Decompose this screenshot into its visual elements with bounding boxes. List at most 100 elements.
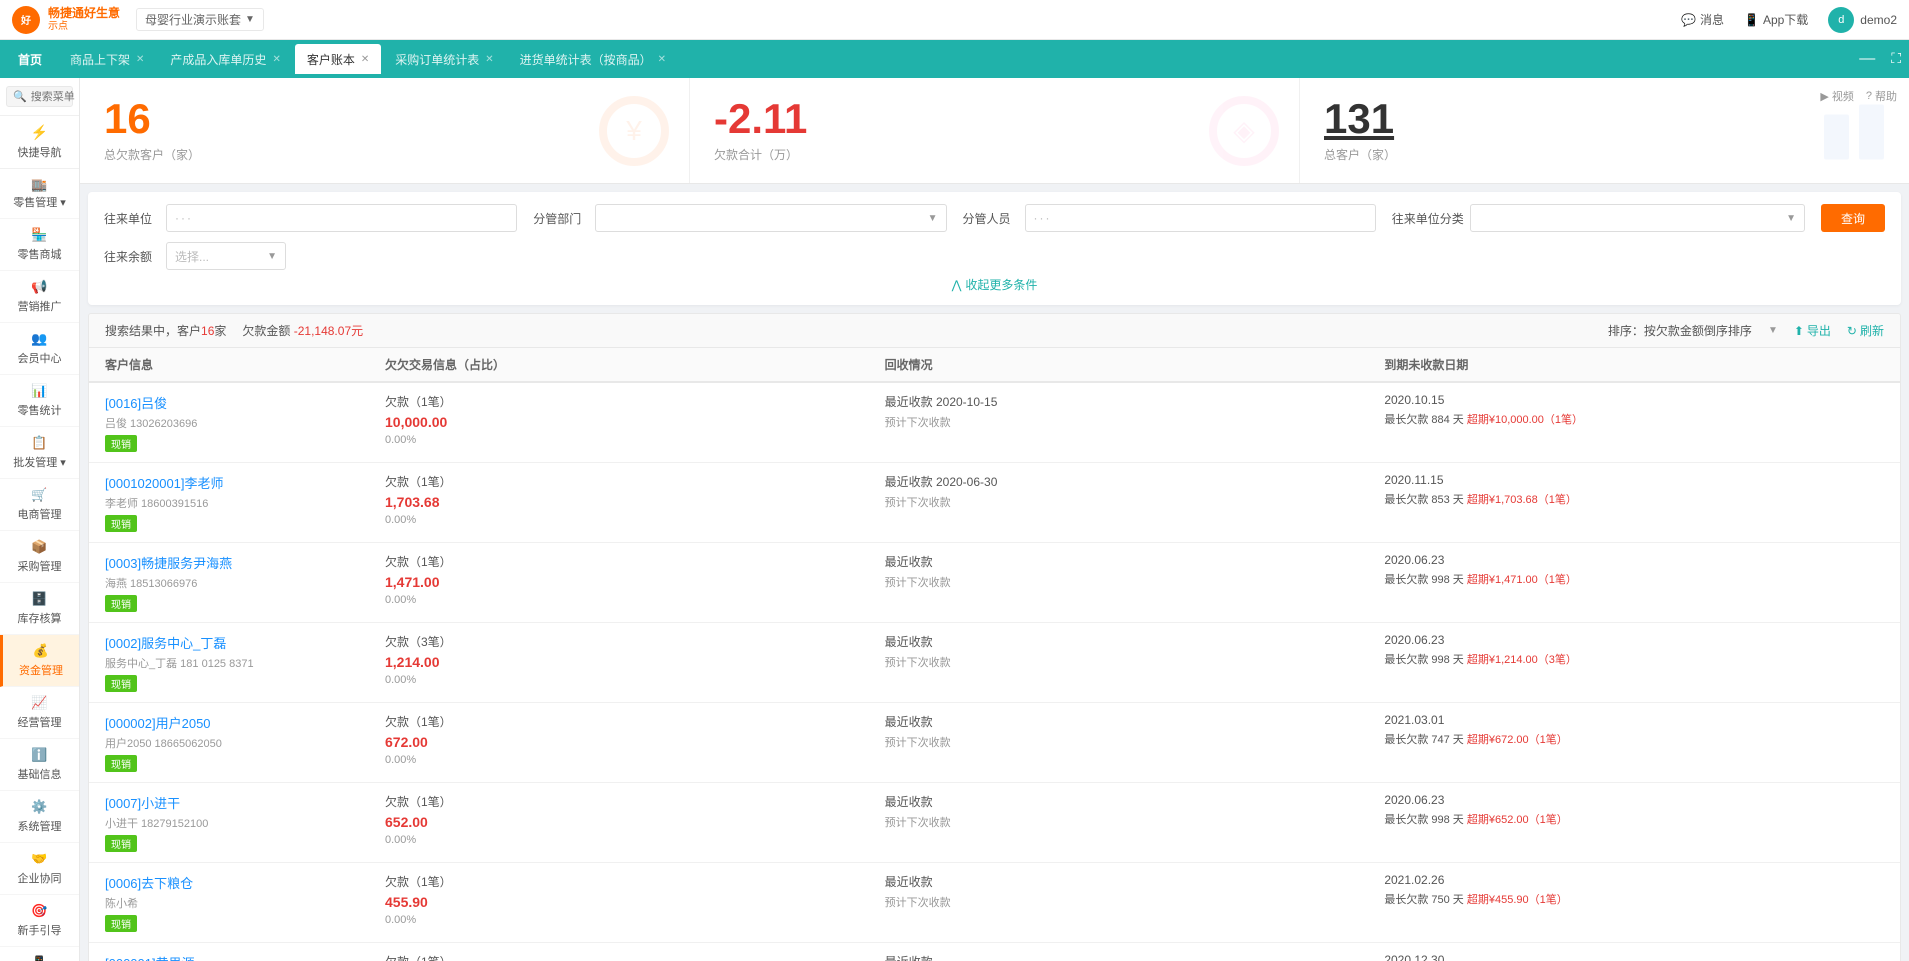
- debt-info: 欠款（1笔） 429.00 0.00%: [385, 953, 885, 961]
- search-area: 🔍: [0, 78, 79, 116]
- company-select[interactable]: 母婴行业演示账套 ▼: [136, 8, 264, 31]
- payback-info: 最近收款 2020-10-15 预计下次收款: [885, 393, 1385, 430]
- close-icon[interactable]: ✕: [272, 54, 280, 65]
- overdue-link[interactable]: 超期¥652.00（1笔）: [1467, 814, 1568, 826]
- batch-mgmt-label: 批发管理 ▾: [13, 454, 66, 470]
- person-input[interactable]: ···: [1025, 204, 1376, 232]
- customer-name-link[interactable]: [000001]黄思源: [105, 953, 385, 961]
- sidebar-item-finance[interactable]: 💰 资金管理: [0, 635, 79, 687]
- overdue-link[interactable]: 超期¥1,703.68（1笔）: [1467, 494, 1577, 506]
- search-icon: 🔍: [13, 90, 27, 103]
- quick-nav-item[interactable]: ⚡ 快捷导航: [0, 116, 79, 169]
- close-icon[interactable]: ✕: [361, 54, 369, 65]
- retail-store-icon: 🏪: [31, 227, 47, 243]
- overdue-link[interactable]: 超期¥455.90（1笔）: [1467, 894, 1568, 906]
- close-icon[interactable]: ✕: [136, 54, 144, 65]
- export-btn[interactable]: ⬆ 导出: [1794, 322, 1831, 339]
- sidebar-item-batch-mgmt[interactable]: 📋 批发管理 ▾: [0, 427, 79, 479]
- balance-label: 往来余额: [104, 248, 160, 265]
- sidebar-item-operations[interactable]: 📈 经营管理: [0, 687, 79, 739]
- sidebar-item-marketing[interactable]: 📢 营销推广: [0, 271, 79, 323]
- tab-purchase-stats-label: 进货单统计表（按商品）: [520, 51, 652, 68]
- customer-tag: 现销: [105, 595, 137, 612]
- source-unit-input[interactable]: ···: [166, 204, 517, 232]
- tab-history[interactable]: 产成品入库单历史 ✕: [158, 44, 292, 74]
- sidebar-item-retail-mgmt[interactable]: 🏬 零售管理 ▾: [0, 169, 79, 219]
- purchase-label: 采购管理: [18, 558, 62, 574]
- payback-info: 最近收款 2020-06-30 预计下次收款: [885, 473, 1385, 510]
- sidebar-item-app-center[interactable]: 📱 应用中心: [0, 947, 79, 961]
- due-info: 2021.02.26 最长欠款 750 天 超期¥455.90（1笔）: [1384, 873, 1884, 907]
- overdue-link[interactable]: 超期¥10,000.00（1笔）: [1467, 414, 1583, 426]
- tab-products[interactable]: 商品上下架 ✕: [58, 44, 156, 74]
- debt-info: 欠款（1笔） 455.90 0.00%: [385, 873, 885, 926]
- message-btn[interactable]: 💬 消息: [1681, 11, 1724, 28]
- dept-label: 分管部门: [533, 210, 589, 227]
- overdue-link[interactable]: 超期¥672.00（1笔）: [1467, 734, 1568, 746]
- customer-phone: 海燕 18513066976: [105, 575, 385, 591]
- sidebar-item-ecommerce[interactable]: 🛒 电商管理: [0, 479, 79, 531]
- dept-select[interactable]: ▼: [595, 204, 946, 232]
- refresh-btn[interactable]: ↻ 刷新: [1847, 322, 1884, 339]
- sort-label: 排序：按欠款金额倒序排序: [1608, 322, 1752, 339]
- customer-name-link[interactable]: [0003]畅捷服务尹海燕: [105, 553, 385, 572]
- finance-label: 资金管理: [19, 662, 63, 678]
- logo-text: 畅捷通好生意: [48, 6, 120, 20]
- sidebar-item-guide[interactable]: 🎯 新手引导: [0, 895, 79, 947]
- customer-name-link[interactable]: [0006]去下粮仓: [105, 873, 385, 892]
- table-header: 客户信息 欠欠交易信息（占比） 回收情况 到期未收款日期: [89, 348, 1900, 383]
- due-info: 2020.11.15 最长欠款 853 天 超期¥1,703.68（1笔）: [1384, 473, 1884, 507]
- sidebar-item-retail-store[interactable]: 🏪 零售商城: [0, 219, 79, 271]
- tab-purchase-order[interactable]: 采购订单统计表 ✕: [383, 44, 505, 74]
- sidebar-item-retail-stats[interactable]: 📊 零售统计: [0, 375, 79, 427]
- card2-label: 欠款合计（万）: [714, 146, 807, 163]
- app-download-btn[interactable]: 📱 App下载: [1744, 11, 1808, 28]
- customer-name-link[interactable]: [0001020001]李老师: [105, 473, 385, 492]
- col-payback: 回收情况: [885, 356, 1385, 373]
- overdue-link[interactable]: 超期¥1,471.00（1笔）: [1467, 574, 1577, 586]
- inventory-icon: 🗄️: [31, 591, 47, 607]
- tab-home-label: 首页: [18, 51, 42, 68]
- table-row: [000001]黄思源 黄思源 13552700226 现销 欠款（1笔） 42…: [89, 943, 1900, 961]
- customer-name-link[interactable]: [000002]用户2050: [105, 713, 385, 732]
- chevron-down-icon: ▼: [245, 14, 255, 25]
- customer-name-link[interactable]: [0007]小进干: [105, 793, 385, 812]
- close-icon[interactable]: ✕: [658, 54, 666, 65]
- query-button[interactable]: 查询: [1821, 204, 1885, 232]
- video-btn[interactable]: ▶ 视频: [1820, 88, 1853, 104]
- unit-type-select[interactable]: ▼: [1470, 204, 1805, 232]
- overdue-link[interactable]: 超期¥1,214.00（3笔）: [1467, 654, 1577, 666]
- sidebar-item-purchase[interactable]: 📦 采购管理: [0, 531, 79, 583]
- tab-expand-btn[interactable]: ⛶: [1887, 50, 1905, 68]
- quick-nav-label: 快捷导航: [18, 144, 62, 160]
- sidebar-item-basic[interactable]: ℹ️ 基础信息: [0, 739, 79, 791]
- close-icon[interactable]: ✕: [485, 54, 493, 65]
- data-table: 客户信息 欠欠交易信息（占比） 回收情况 到期未收款日期 [0016]吕俊 吕俊…: [88, 348, 1901, 961]
- video-label: 视频: [1832, 88, 1854, 104]
- collapse-btn[interactable]: ⋀ 收起更多条件: [952, 276, 1038, 293]
- results-info: 搜索结果中，客户16家: [105, 322, 226, 339]
- sidebar-item-inventory[interactable]: 🗄️ 库存核算: [0, 583, 79, 635]
- search-input[interactable]: [31, 91, 79, 103]
- balance-select[interactable]: 选择... ▼: [166, 242, 286, 270]
- basic-label: 基础信息: [18, 766, 62, 782]
- tab-customer-account[interactable]: 客户账本 ✕: [295, 44, 381, 74]
- sidebar-item-enterprise[interactable]: 🤝 企业协同: [0, 843, 79, 895]
- sidebar-item-system[interactable]: ⚙️ 系统管理: [0, 791, 79, 843]
- tab-home[interactable]: 首页: [4, 44, 56, 74]
- tab-purchase-stats[interactable]: 进货单统计表（按商品） ✕: [508, 44, 678, 74]
- member-label: 会员中心: [18, 350, 62, 366]
- customer-name-link[interactable]: [0016]吕俊: [105, 393, 385, 412]
- content-area: ¥ 16 总欠款客户（家） ◈ -2.11 欠款合计（万）: [80, 78, 1909, 961]
- help-btn[interactable]: ? 帮助: [1866, 88, 1897, 104]
- tab-collapse-btn[interactable]: —: [1855, 50, 1879, 68]
- sidebar-item-member[interactable]: 👥 会员中心: [0, 323, 79, 375]
- results-bar: 搜索结果中，客户16家 欠款金额 -21,148.07元 排序：按欠款金额倒序排…: [88, 313, 1901, 348]
- payback-info: 最近收款 预计下次收款: [885, 873, 1385, 910]
- app-center-icon: 📱: [31, 955, 47, 961]
- retail-store-label: 零售商城: [18, 246, 62, 262]
- customer-name-link[interactable]: [0002]服务中心_丁磊: [105, 633, 385, 652]
- card2-number: -2.11: [714, 98, 807, 140]
- col-customer-info: 客户信息: [105, 356, 385, 373]
- user-area[interactable]: d demo2: [1828, 7, 1897, 33]
